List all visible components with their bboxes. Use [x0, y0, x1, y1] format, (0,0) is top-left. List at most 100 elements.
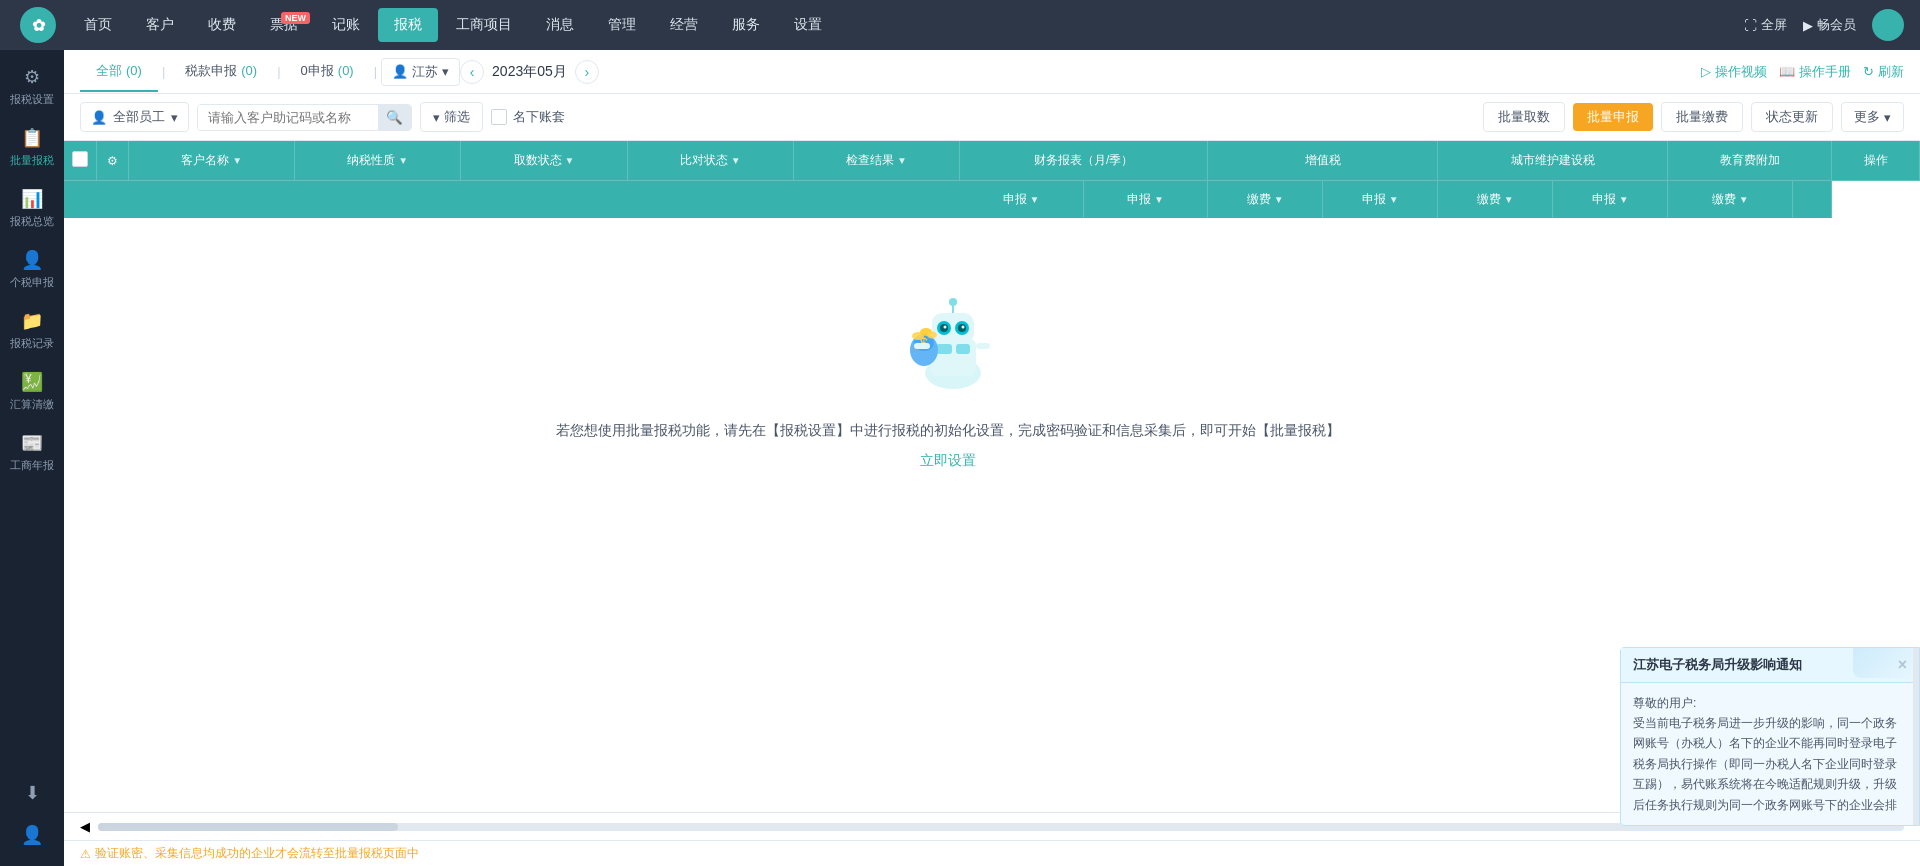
named-accounts-checkbox[interactable]	[491, 109, 507, 125]
tab-action-manual[interactable]: 📖操作手册	[1779, 63, 1851, 81]
compare-status-column: 比对状态 ▼	[627, 141, 793, 181]
sidebar-label-batch-tax: 批量报税	[10, 153, 54, 168]
person-icon: 👤	[91, 110, 107, 125]
sidebar-item-tax-record[interactable]: 📁 报税记录	[2, 302, 62, 359]
nav-menu: 首页客户收费票据NEW记账报税工商项目消息管理经营服务设置	[68, 8, 1744, 42]
tab-count-tax-declaration: (0)	[241, 63, 257, 78]
sidebar-item-download[interactable]: ⬇	[2, 774, 62, 812]
nav-item-home[interactable]: 首页	[68, 8, 128, 42]
more-button[interactable]: 更多 ▾	[1841, 102, 1904, 132]
search-input[interactable]	[198, 105, 378, 130]
notification-scrollbar[interactable]	[1913, 648, 1919, 825]
nav-badge-invoice: NEW	[281, 12, 310, 24]
nav-item-customer[interactable]: 客户	[130, 8, 190, 42]
batch-declare-button[interactable]: 批量申报	[1573, 103, 1653, 131]
settings-column-header: ⚙	[97, 141, 129, 181]
sidebar-item-annual-report[interactable]: 📰工商年报	[2, 424, 62, 481]
nav-item-operation[interactable]: 经营	[654, 8, 714, 42]
sidebar-item-tax-settings[interactable]: ⚙报税设置	[2, 58, 62, 115]
sidebar-item-batch-tax[interactable]: 📋批量报税	[2, 119, 62, 176]
search-button[interactable]: 🔍	[378, 105, 411, 130]
svg-point-18	[927, 332, 937, 339]
sidebar-label-personal-tax: 个税申报	[10, 275, 54, 290]
sidebar-icon-tax-record: 📁	[21, 310, 43, 332]
edu-pay-col: 缴费 ▼	[1668, 181, 1793, 219]
sidebar-icon-personal-tax: 👤	[21, 249, 43, 271]
tab-count-zero-declaration: (0)	[338, 63, 354, 78]
horizontal-scrollbar-thumb[interactable]	[98, 823, 398, 831]
tab-tax-declaration[interactable]: 税款申报(0)	[169, 52, 273, 92]
action-icon-video: ▷	[1701, 64, 1711, 79]
fetch-status-column: 取数状态 ▼	[461, 141, 627, 181]
batch-fetch-button[interactable]: 批量取数	[1483, 102, 1565, 132]
logo-icon: ✿	[20, 7, 56, 43]
checkbox-label-named-accounts[interactable]: 名下账套	[491, 108, 565, 126]
sidebar-item-user[interactable]: 👤	[2, 816, 62, 854]
setup-link[interactable]: 立即设置	[920, 452, 976, 470]
sort-icon: ▼	[565, 155, 575, 166]
city-tax-group: 城市维护建设税	[1438, 141, 1668, 181]
filter-icon: ▾	[433, 110, 440, 125]
sidebar-item-personal-tax[interactable]: 👤 个税申报	[2, 241, 62, 298]
app-logo[interactable]: ✿	[16, 3, 60, 47]
sort-icon: ▼	[1619, 194, 1629, 205]
sidebar-icon-tax-settings: ⚙	[24, 66, 40, 88]
vip-button[interactable]: ▶ 畅会员	[1803, 16, 1856, 34]
tab-action-refresh[interactable]: ↻刷新	[1863, 63, 1904, 81]
month-label: 2023年05月	[492, 63, 567, 81]
select-all-checkbox[interactable]	[72, 151, 88, 167]
table-header-row-2: 申报 ▼ 申报 ▼ 缴费	[64, 181, 1920, 219]
nav-item-tax[interactable]: 报税	[378, 8, 438, 42]
province-selector[interactable]: 👤江苏▾	[381, 58, 460, 86]
batch-pay-button[interactable]: 批量缴费	[1661, 102, 1743, 132]
left-sidebar: ⚙报税设置📋批量报税📊报税总览 👤 个税申报 📁 报税记录 💹汇算清缴📰工商年报 ⬇ 👤	[0, 50, 64, 866]
svg-rect-1	[930, 338, 976, 376]
city-declare-col: 申报 ▼	[1323, 181, 1438, 219]
bottom-warning-text: 验证账密、采集信息均成功的企业才会流转至批量报税页面中	[95, 845, 419, 862]
province-label: 江苏	[412, 63, 438, 81]
nav-item-manage[interactable]: 管理	[592, 8, 652, 42]
sidebar-label-tax-record: 报税记录	[10, 336, 54, 351]
table-header: ⚙ 客户名称 ▼ 纳税性质 ▼	[64, 141, 1920, 218]
sort-icon: ▼	[731, 155, 741, 166]
nav-right-actions: ⛶ 全屏 ▶ 畅会员	[1744, 9, 1904, 41]
tab-actions: ▷ 操作视频 📖操作手册 ↻刷新	[1701, 63, 1904, 81]
fullscreen-button[interactable]: ⛶ 全屏	[1744, 16, 1787, 34]
nav-item-message[interactable]: 消息	[530, 8, 590, 42]
sidebar-label-settlement: 汇算清缴	[10, 397, 54, 412]
warning-icon: ⚠	[80, 847, 91, 861]
month-prev-button[interactable]: ‹	[460, 60, 484, 84]
month-next-button[interactable]: ›	[575, 60, 599, 84]
sidebar-item-tax-summary[interactable]: 📊报税总览	[2, 180, 62, 237]
action-label-video: 操作视频	[1715, 63, 1767, 81]
nav-item-invoice[interactable]: 票据NEW	[254, 8, 314, 42]
empty-state-row: $ 若您想使用批量报税功能，请先在【报税设置】中进行报税的初始化设置	[64, 218, 1920, 530]
scroll-left-icon[interactable]: ◀	[80, 819, 90, 834]
sort-icon: ▼	[1030, 194, 1040, 205]
gear-icon: ⚙	[107, 154, 118, 168]
nav-item-service[interactable]: 服务	[716, 8, 776, 42]
table-body: $ 若您想使用批量报税功能，请先在【报税设置】中进行报税的初始化设置	[64, 218, 1920, 530]
status-update-button[interactable]: 状态更新	[1751, 102, 1833, 132]
tab-action-video[interactable]: ▷ 操作视频	[1701, 63, 1767, 81]
nav-item-accounting[interactable]: 记账	[316, 8, 376, 42]
nav-item-billing[interactable]: 收费	[192, 8, 252, 42]
tab-label-zero-declaration: 0申报	[301, 62, 334, 80]
user-avatar[interactable]	[1872, 9, 1904, 41]
sort-icon: ▼	[232, 155, 242, 166]
filter-button[interactable]: ▾ 筛选	[420, 102, 483, 132]
nav-item-settings[interactable]: 设置	[778, 8, 838, 42]
svg-point-10	[961, 326, 964, 329]
svg-point-12	[949, 298, 957, 306]
education-fee-group: 教育费附加	[1668, 141, 1832, 181]
tab-zero-declaration[interactable]: 0申报 (0)	[285, 52, 370, 92]
sidebar-icon-annual-report: 📰	[21, 432, 43, 454]
financial-declare-col: 申报 ▼	[960, 181, 1084, 219]
empty-state: $ 若您想使用批量报税功能，请先在【报税设置】中进行报税的初始化设置	[64, 218, 1832, 530]
tab-all[interactable]: 全部(0)	[80, 52, 158, 92]
nav-item-business[interactable]: 工商项目	[440, 8, 528, 42]
svg-point-9	[943, 326, 946, 329]
province-icon: 👤	[392, 64, 408, 79]
sidebar-item-settlement[interactable]: 💹汇算清缴	[2, 363, 62, 420]
employee-select[interactable]: 👤 全部员工 ▾	[80, 102, 189, 132]
